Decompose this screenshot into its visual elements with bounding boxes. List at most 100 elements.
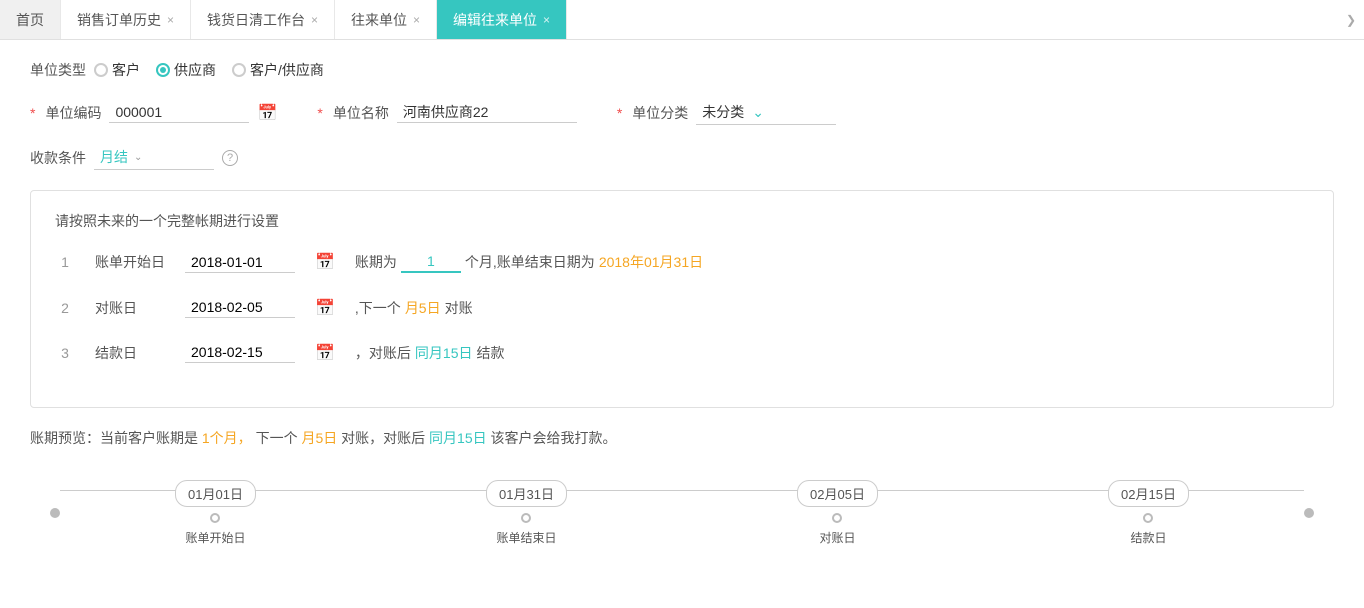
tab-home-label: 首页 — [16, 10, 44, 30]
row-field-2: 对账日 — [95, 298, 165, 318]
timeline-dot-2 — [521, 513, 531, 523]
radio-supplier-label: 供应商 — [174, 60, 216, 80]
tab-edit-partner-close[interactable]: × — [543, 14, 550, 26]
radio-both-label: 客户/供应商 — [250, 60, 324, 80]
tab-sales-history-close[interactable]: × — [167, 14, 174, 26]
tab-sales-history-label: 销售订单历史 — [77, 10, 161, 30]
preview-part4: 该客户会给我打款。 — [491, 430, 617, 446]
preview-part3-teal: 同月15日 — [429, 430, 487, 446]
radio-both[interactable]: 客户/供应商 — [232, 60, 324, 80]
tab-scroll-arrow[interactable]: ❯ — [1338, 13, 1364, 27]
payment-date-input[interactable] — [185, 342, 295, 363]
row-num-2: 2 — [55, 300, 75, 316]
row-3-highlight: 同月15日 — [415, 343, 473, 363]
unit-name-label: 单位名称 — [333, 103, 389, 123]
row-2-desc-suffix: 对账 — [445, 298, 473, 318]
timeline-end-dot — [1304, 508, 1314, 518]
unit-name-group: * 单位名称 — [317, 102, 576, 123]
unit-type-row: 单位类型 客户 供应商 客户/供应商 — [30, 60, 1334, 80]
preview-part2: 下一个 — [256, 430, 298, 446]
radio-both-circle — [232, 63, 246, 77]
payment-group: 收款条件 月结 ⌄ ? — [30, 145, 238, 170]
timeline-start-dot — [50, 508, 60, 518]
row-2-desc: ,下一个 月5日 对账 — [355, 298, 473, 318]
tab-cashflow-close[interactable]: × — [311, 14, 318, 26]
radio-customer[interactable]: 客户 — [94, 60, 140, 80]
timeline-label-2: 账单结束日 — [496, 529, 556, 546]
radio-customer-label: 客户 — [112, 60, 140, 80]
tab-edit-partner-label: 编辑往来单位 — [453, 10, 537, 30]
detail-row-3: 3 结款日 📅 ，对账后 同月15日 结款 — [55, 342, 1309, 363]
tabs-bar: 首页 销售订单历史 × 钱货日清工作台 × 往来单位 × 编辑往来单位 × ❯ — [0, 0, 1364, 40]
timeline-badge-3: 02月05日 — [797, 480, 878, 507]
unit-code-group: * 单位编码 📅 — [30, 102, 277, 123]
unit-class-required: * — [617, 105, 622, 121]
unit-name-required: * — [317, 105, 322, 121]
row-1-desc-suffix: 个月,账单结束日期为 — [465, 252, 595, 272]
tab-cashflow[interactable]: 钱货日清工作台 × — [191, 0, 335, 39]
payment-label: 收款条件 — [30, 148, 86, 168]
timeline-point-4: 02月15日 结款日 — [1108, 480, 1189, 546]
tab-edit-partner[interactable]: 编辑往来单位 × — [437, 0, 567, 39]
unit-class-dropdown[interactable]: 未分类 ⌄ — [696, 100, 836, 125]
unit-code-required: * — [30, 105, 35, 121]
period-input[interactable] — [401, 251, 461, 273]
row-2-highlight: 月5日 — [405, 298, 441, 318]
row-3-desc-suffix: 结款 — [477, 343, 505, 363]
radio-customer-circle — [94, 63, 108, 77]
preview-part1: 1个月， — [202, 430, 252, 446]
payment-row: 收款条件 月结 ⌄ ? — [30, 145, 1334, 170]
row-num-3: 3 — [55, 345, 75, 361]
timeline-badge-2: 01月31日 — [486, 480, 567, 507]
unit-type-label: 单位类型 — [30, 60, 86, 80]
preview-text: 账期预览：当前客户账期是 1个月， 下一个 月5日 对账，对账后 同月15日 该… — [30, 428, 1334, 448]
timeline-wrapper: 01月01日 账单开始日 01月31日 账单结束日 02月05日 对账日 02月… — [30, 464, 1334, 546]
unit-class-chevron-icon: ⌄ — [752, 104, 764, 121]
row-3-desc: ，对账后 同月15日 结款 — [355, 343, 505, 363]
payment-select[interactable]: 月结 ⌄ — [94, 145, 214, 170]
row-1-desc: 账期为 个月,账单结束日期为 2018年01月31日 — [355, 251, 703, 273]
start-date-input[interactable] — [185, 252, 295, 273]
unit-info-row: * 单位编码 📅 * 单位名称 * 单位分类 未分类 ⌄ — [30, 100, 1334, 125]
timeline-point-3: 02月05日 对账日 — [797, 480, 878, 546]
tab-home[interactable]: 首页 — [0, 0, 61, 39]
unit-name-input[interactable] — [397, 102, 577, 123]
unit-class-label: 单位分类 — [632, 103, 688, 123]
payment-value: 月结 — [100, 147, 128, 167]
timeline-points: 01月01日 账单开始日 01月31日 账单结束日 02月05日 对账日 02月… — [60, 480, 1304, 546]
unit-code-label: 单位编码 — [45, 103, 101, 123]
row-3-desc-prefix: ，对账后 — [355, 343, 411, 363]
unit-code-calendar-icon[interactable]: 📅 — [257, 103, 277, 123]
row-field-3: 结款日 — [95, 343, 165, 363]
preview-part3: 对账，对账后 — [341, 430, 425, 446]
tab-cashflow-label: 钱货日清工作台 — [207, 10, 305, 30]
tab-partners[interactable]: 往来单位 × — [335, 0, 437, 39]
preview-part2-orange: 月5日 — [301, 430, 337, 446]
radio-supplier[interactable]: 供应商 — [156, 60, 216, 80]
radio-supplier-circle — [156, 63, 170, 77]
payment-date-calendar-icon[interactable]: 📅 — [315, 343, 335, 363]
timeline-badge-1: 01月01日 — [175, 480, 256, 507]
timeline-point-2: 01月31日 账单结束日 — [486, 480, 567, 546]
period-section: 请按照未来的一个完整帐期进行设置 1 账单开始日 📅 账期为 个月,账单结束日期… — [30, 190, 1334, 408]
section-title: 请按照未来的一个完整帐期进行设置 — [55, 211, 1309, 231]
tab-sales-history[interactable]: 销售订单历史 × — [61, 0, 191, 39]
tab-partners-label: 往来单位 — [351, 10, 407, 30]
row-2-desc-prefix: ,下一个 — [355, 298, 401, 318]
timeline-dot-1 — [210, 513, 220, 523]
reconcile-date-input[interactable] — [185, 297, 295, 318]
unit-type-group: 单位类型 客户 供应商 客户/供应商 — [30, 60, 324, 80]
timeline-dot-4 — [1143, 513, 1153, 523]
unit-class-group: * 单位分类 未分类 ⌄ — [617, 100, 836, 125]
preview-label: 账期预览：当前客户账期是 — [30, 430, 198, 446]
timeline-label-3: 对账日 — [819, 529, 855, 546]
payment-help-icon[interactable]: ? — [222, 150, 238, 166]
timeline-label-4: 结款日 — [1130, 529, 1166, 546]
unit-class-value: 未分类 — [702, 102, 744, 122]
timeline-point-1: 01月01日 账单开始日 — [175, 480, 256, 546]
tab-partners-close[interactable]: × — [413, 14, 420, 26]
unit-code-input[interactable] — [109, 102, 249, 123]
row-field-1: 账单开始日 — [95, 252, 165, 272]
reconcile-date-calendar-icon[interactable]: 📅 — [315, 298, 335, 318]
start-date-calendar-icon[interactable]: 📅 — [315, 252, 335, 272]
